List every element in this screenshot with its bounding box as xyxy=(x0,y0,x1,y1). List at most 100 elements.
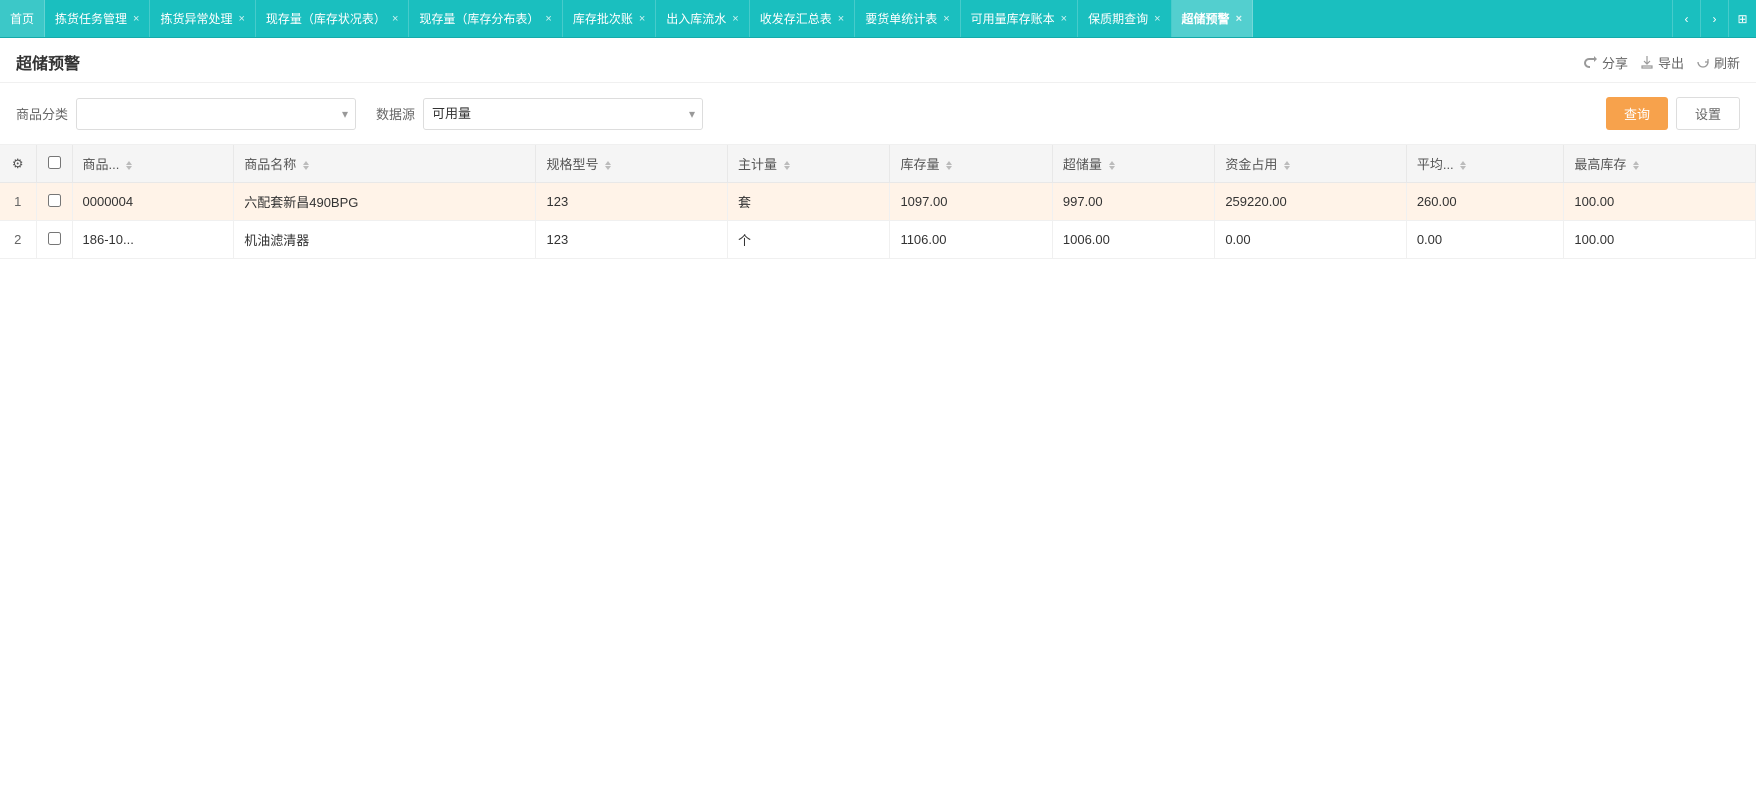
share-icon xyxy=(1584,55,1598,69)
header-actions: 分享 导出 刷新 xyxy=(1584,53,1740,72)
select-all-checkbox[interactable] xyxy=(48,156,61,169)
export-icon xyxy=(1640,55,1654,69)
category-select[interactable] xyxy=(76,98,356,130)
col-spec[interactable]: 规格型号 xyxy=(536,145,728,183)
sort-icon xyxy=(126,161,132,170)
overstock: 997.00 xyxy=(1052,183,1214,221)
category-label: 商品分类 xyxy=(16,104,68,123)
nav-tab-7[interactable]: 收发存汇总表 × xyxy=(750,0,855,38)
nav-tab-4[interactable]: 现存量（库存分布表） × xyxy=(409,0,562,38)
sort-icon xyxy=(1109,161,1115,170)
nav-tab-10[interactable]: 保质期查询 × xyxy=(1078,0,1171,38)
close-icon[interactable]: × xyxy=(1154,13,1160,25)
nav-expand-button[interactable]: ⊞ xyxy=(1728,0,1756,38)
close-icon[interactable]: × xyxy=(392,13,398,25)
close-icon[interactable]: × xyxy=(639,13,645,25)
share-label: 分享 xyxy=(1602,53,1628,72)
table-header-row: ⚙ 商品... 商品名称 xyxy=(0,145,1756,183)
share-button[interactable]: 分享 xyxy=(1584,53,1628,72)
table-row: 1 0000004 六配套新昌490BPG 123 套 1097.00 997.… xyxy=(0,183,1756,221)
col-overstock[interactable]: 超储量 xyxy=(1052,145,1214,183)
col-checkbox xyxy=(36,145,72,183)
row-checkbox[interactable] xyxy=(48,194,61,207)
row-checkbox-cell xyxy=(36,221,72,259)
sort-icon xyxy=(1460,161,1466,170)
sort-icon xyxy=(946,161,952,170)
close-icon[interactable]: × xyxy=(732,13,738,25)
close-icon[interactable]: × xyxy=(133,13,139,25)
refresh-button[interactable]: 刷新 xyxy=(1696,53,1740,72)
col-max-stock[interactable]: 最高库存 xyxy=(1564,145,1756,183)
gear-icon[interactable]: ⚙ xyxy=(12,156,24,171)
col-product-name[interactable]: 商品名称 xyxy=(234,145,536,183)
nav-tab-5-label: 库存批次账 xyxy=(573,10,633,27)
top-nav: 首页 拣货任务管理 × 拣货异常处理 × 现存量（库存状况表） × 现存量（库存… xyxy=(0,0,1756,38)
nav-tab-9[interactable]: 可用量库存账本 × xyxy=(961,0,1078,38)
category-select-wrap: ▾ xyxy=(76,98,356,130)
nav-tab-home[interactable]: 首页 xyxy=(0,0,45,38)
settings-button[interactable]: 设置 xyxy=(1676,97,1740,130)
close-icon[interactable]: × xyxy=(1236,13,1242,25)
overstock: 1006.00 xyxy=(1052,221,1214,259)
capital: 0.00 xyxy=(1215,221,1407,259)
close-icon[interactable]: × xyxy=(238,13,244,25)
table-row: 2 186-10... 机油滤清器 123 个 1106.00 1006.00 … xyxy=(0,221,1756,259)
sort-icon xyxy=(605,161,611,170)
nav-tab-8-label: 要货单统计表 xyxy=(865,10,937,27)
unit: 个 xyxy=(728,221,890,259)
query-button[interactable]: 查询 xyxy=(1606,97,1668,130)
refresh-icon xyxy=(1696,55,1710,69)
nav-arrows: ‹ › ⊞ xyxy=(1672,0,1756,38)
close-icon[interactable]: × xyxy=(838,13,844,25)
col-stock[interactable]: 库存量 xyxy=(890,145,1052,183)
product-code: 186-10... xyxy=(72,221,234,259)
nav-tab-6-label: 出入库流水 xyxy=(666,10,726,27)
export-button[interactable]: 导出 xyxy=(1640,53,1684,72)
nav-prev-button[interactable]: ‹ xyxy=(1672,0,1700,38)
spec: 123 xyxy=(536,221,728,259)
nav-next-button[interactable]: › xyxy=(1700,0,1728,38)
col-avg[interactable]: 平均... xyxy=(1406,145,1564,183)
spec: 123 xyxy=(536,183,728,221)
sort-icon xyxy=(784,161,790,170)
nav-tab-home-label: 首页 xyxy=(10,10,34,27)
nav-tab-6[interactable]: 出入库流水 × xyxy=(656,0,749,38)
max-stock: 100.00 xyxy=(1564,183,1756,221)
nav-tab-10-label: 保质期查询 xyxy=(1088,10,1148,27)
nav-tab-3[interactable]: 现存量（库存状况表） × xyxy=(256,0,409,38)
nav-tab-11[interactable]: 超储预警 × xyxy=(1172,0,1253,38)
product-name: 六配套新昌490BPG xyxy=(234,183,536,221)
nav-tab-2-label: 拣货异常处理 xyxy=(160,10,232,27)
sort-icon xyxy=(1633,161,1639,170)
nav-tab-4-label: 现存量（库存分布表） xyxy=(419,10,539,27)
close-icon[interactable]: × xyxy=(545,13,551,25)
sort-icon xyxy=(303,161,309,170)
table-body: 1 0000004 六配套新昌490BPG 123 套 1097.00 997.… xyxy=(0,183,1756,259)
col-product-code[interactable]: 商品... xyxy=(72,145,234,183)
export-label: 导出 xyxy=(1658,53,1684,72)
capital: 259220.00 xyxy=(1215,183,1407,221)
close-icon[interactable]: × xyxy=(1061,13,1067,25)
product-code: 0000004 xyxy=(72,183,234,221)
nav-tab-1[interactable]: 拣货任务管理 × xyxy=(45,0,150,38)
col-unit[interactable]: 主计量 xyxy=(728,145,890,183)
filter-area: 商品分类 ▾ 数据源 可用量 ▾ 查询 设置 xyxy=(0,83,1756,145)
max-stock: 100.00 xyxy=(1564,221,1756,259)
nav-tab-9-label: 可用量库存账本 xyxy=(971,10,1055,27)
col-capital[interactable]: 资金占用 xyxy=(1215,145,1407,183)
data-table: ⚙ 商品... 商品名称 xyxy=(0,145,1756,259)
stock: 1097.00 xyxy=(890,183,1052,221)
stock: 1106.00 xyxy=(890,221,1052,259)
nav-tab-3-label: 现存量（库存状况表） xyxy=(266,10,386,27)
refresh-label: 刷新 xyxy=(1714,53,1740,72)
avg: 0.00 xyxy=(1406,221,1564,259)
nav-tab-5[interactable]: 库存批次账 × xyxy=(563,0,656,38)
page-header: 超储预警 分享 导出 刷新 xyxy=(0,38,1756,83)
nav-tab-2[interactable]: 拣货异常处理 × xyxy=(150,0,255,38)
nav-tab-8[interactable]: 要货单统计表 × xyxy=(855,0,960,38)
datasource-select[interactable]: 可用量 xyxy=(423,98,703,130)
page-title: 超储预警 xyxy=(16,50,80,74)
category-filter: 商品分类 ▾ xyxy=(16,98,356,130)
close-icon[interactable]: × xyxy=(943,13,949,25)
row-checkbox[interactable] xyxy=(48,232,61,245)
